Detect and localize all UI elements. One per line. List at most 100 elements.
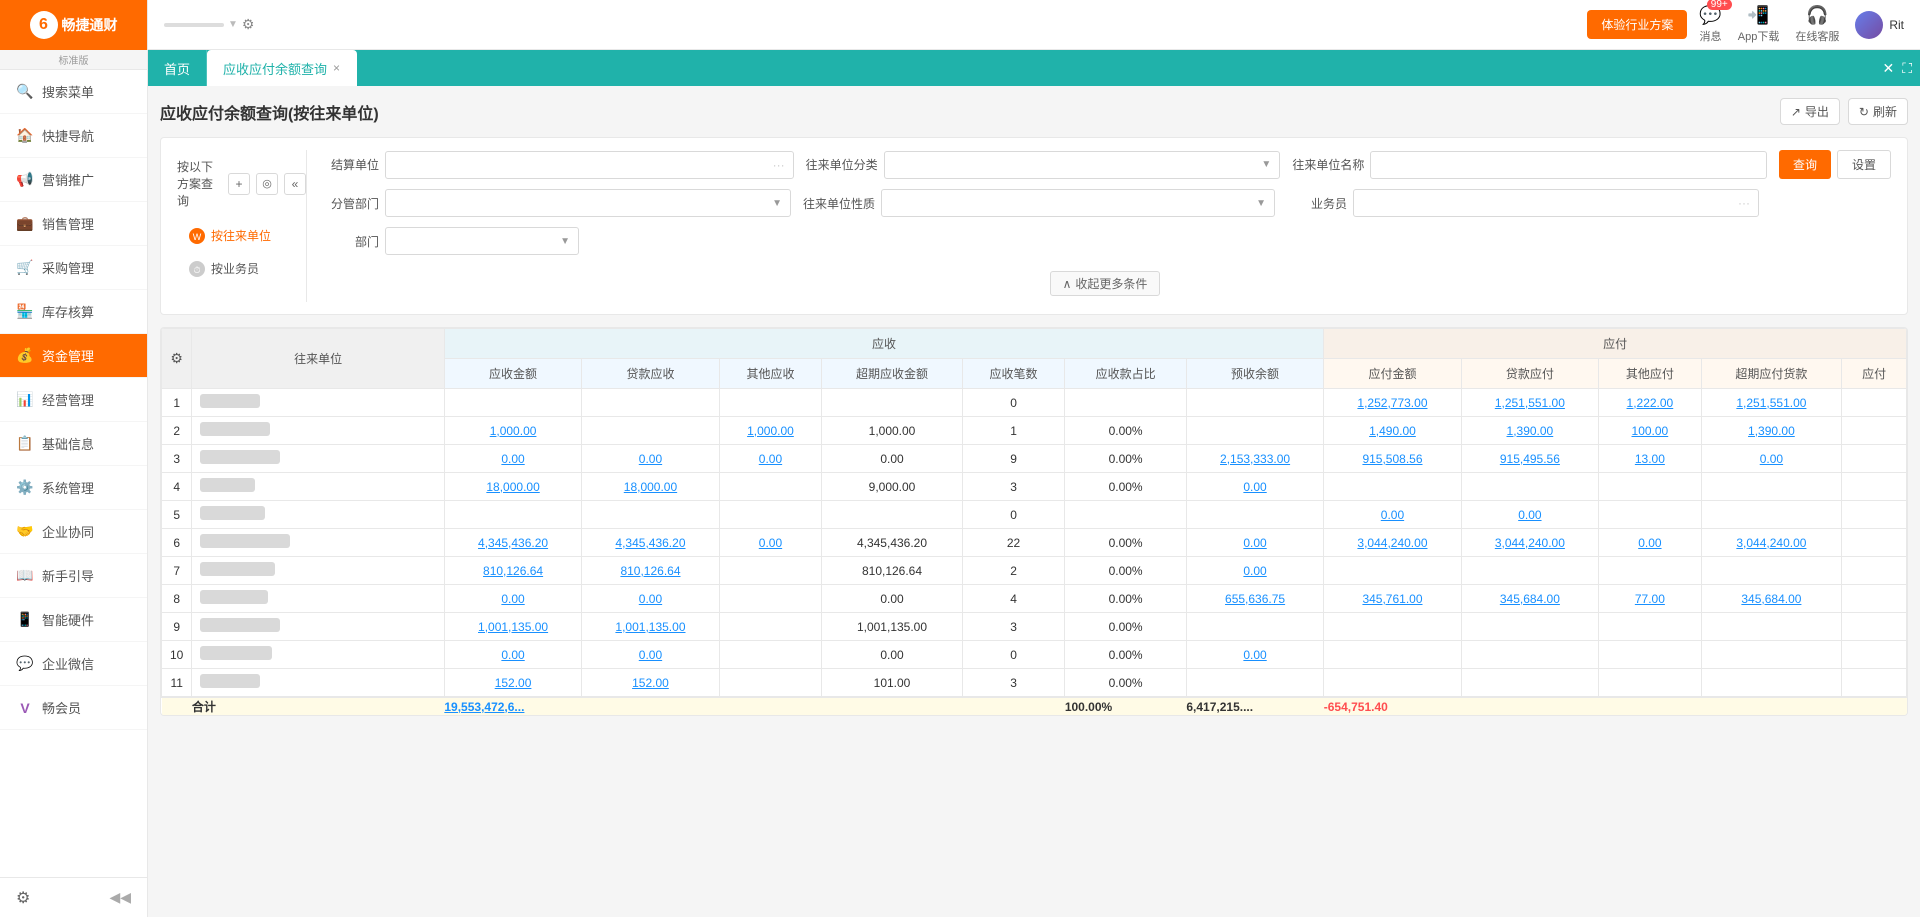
- filter-header: 按以下方案查询 + ◎ «: [177, 158, 306, 209]
- user-menu[interactable]: Rit: [1855, 11, 1904, 39]
- th-settings[interactable]: ⚙: [162, 329, 192, 389]
- table-cell[interactable]: 0.00: [1186, 557, 1323, 585]
- table-cell[interactable]: 0.00: [1701, 445, 1841, 473]
- table-cell[interactable]: 915,508.56: [1324, 445, 1461, 473]
- table-cell[interactable]: 13.00: [1599, 445, 1702, 473]
- table-cell[interactable]: 0.00: [444, 641, 581, 669]
- sidebar-item-hardware[interactable]: 📱 智能硬件: [0, 598, 147, 642]
- sidebar-item-collab[interactable]: 🤝 企业协同: [0, 510, 147, 554]
- table-cell[interactable]: 1,251,551.00: [1461, 389, 1598, 417]
- message-btn[interactable]: 💬 99+ 消息: [1699, 5, 1721, 44]
- table-cell[interactable]: 3,044,240.00: [1324, 529, 1461, 557]
- table-cell[interactable]: 655,636.75: [1186, 585, 1323, 613]
- online-service-btn[interactable]: 🎧 在线客服: [1795, 5, 1839, 44]
- sidebar-item-purchase[interactable]: 🛒 采购管理: [0, 246, 147, 290]
- table-cell[interactable]: 4,345,436.20: [582, 529, 719, 557]
- collapse-footer-btn[interactable]: ◀◀: [109, 889, 131, 906]
- unit-nature-select[interactable]: ▼: [881, 189, 1275, 217]
- table-cell[interactable]: 152.00: [582, 669, 719, 698]
- settlement-unit-input[interactable]: ···: [385, 151, 794, 179]
- table-cell[interactable]: 0.00: [1324, 501, 1461, 529]
- settings-footer-icon[interactable]: ⚙: [16, 888, 30, 908]
- gear-topbar-icon[interactable]: ⚙: [242, 16, 255, 33]
- tab-close-icon[interactable]: ×: [333, 61, 340, 75]
- table-cell[interactable]: 2,153,333.00: [1186, 445, 1323, 473]
- table-cell[interactable]: 1,252,773.00: [1324, 389, 1461, 417]
- table-cell[interactable]: 1,000.00: [444, 417, 581, 445]
- table-cell[interactable]: 0.00: [582, 585, 719, 613]
- dept-select[interactable]: ▼: [385, 227, 579, 255]
- add-scheme-btn[interactable]: +: [228, 173, 250, 195]
- scheme-item-by-unit[interactable]: W 按往来单位: [177, 219, 306, 252]
- unit-category-select[interactable]: ▼: [884, 151, 1281, 179]
- table-cell[interactable]: 152.00: [444, 669, 581, 698]
- settings-button[interactable]: 设置: [1837, 150, 1891, 179]
- table-cell[interactable]: 1,390.00: [1701, 417, 1841, 445]
- collapse-button[interactable]: ∧ 收起更多条件: [1050, 271, 1161, 296]
- table-cell[interactable]: 1,222.00: [1599, 389, 1702, 417]
- table-cell[interactable]: 0.00: [1186, 641, 1323, 669]
- table-cell[interactable]: 345,684.00: [1701, 585, 1841, 613]
- refresh-button[interactable]: ↻ 刷新: [1848, 98, 1908, 125]
- table-cell[interactable]: 0.00: [1461, 501, 1598, 529]
- sidebar-item-inventory[interactable]: 🏪 库存核算: [0, 290, 147, 334]
- sidebar-item-marketing[interactable]: 📢 营销推广: [0, 158, 147, 202]
- table-cell[interactable]: 0.00: [1186, 473, 1323, 501]
- dept-manager-select[interactable]: ▼: [385, 189, 791, 217]
- table-cell[interactable]: 915,495.56: [1461, 445, 1598, 473]
- table-cell[interactable]: 1,001,135.00: [582, 613, 719, 641]
- table-cell[interactable]: 810,126.64: [444, 557, 581, 585]
- table-cell[interactable]: 1,000.00: [719, 417, 822, 445]
- table-cell[interactable]: 0.00: [582, 641, 719, 669]
- table-cell[interactable]: 0.00: [444, 585, 581, 613]
- table-cell[interactable]: 0.00: [719, 445, 822, 473]
- sidebar-item-quick-nav[interactable]: 🏠 快捷导航: [0, 114, 147, 158]
- sidebar-item-label: 智能硬件: [42, 610, 94, 629]
- table-cell[interactable]: 18,000.00: [582, 473, 719, 501]
- table-cell[interactable]: 1,490.00: [1324, 417, 1461, 445]
- query-button[interactable]: 查询: [1779, 150, 1831, 179]
- sidebar-item-basic-info[interactable]: 📋 基础信息: [0, 422, 147, 466]
- sidebar-item-guide[interactable]: 📖 新手引导: [0, 554, 147, 598]
- table-cell[interactable]: 77.00: [1599, 585, 1702, 613]
- sidebar-item-sales[interactable]: 💼 销售管理: [0, 202, 147, 246]
- table-cell[interactable]: 1,001,135.00: [444, 613, 581, 641]
- sidebar-item-search[interactable]: 🔍 搜索菜单: [0, 70, 147, 114]
- table-cell[interactable]: 345,761.00: [1324, 585, 1461, 613]
- promo-button[interactable]: 体验行业方案: [1587, 10, 1687, 39]
- table-cell[interactable]: 3,044,240.00: [1701, 529, 1841, 557]
- app-download-btn[interactable]: 📲 App下载: [1738, 5, 1780, 44]
- unit-name-input[interactable]: [1370, 151, 1767, 179]
- footer-ap-empty1: [1461, 697, 1598, 715]
- table-cell[interactable]: 3,044,240.00: [1461, 529, 1598, 557]
- svg-text:⏱: ⏱: [193, 265, 200, 275]
- sidebar-item-member[interactable]: V 畅会员: [0, 686, 147, 730]
- table-cell[interactable]: 100.00: [1599, 417, 1702, 445]
- table-cell[interactable]: 810,126.64: [582, 557, 719, 585]
- table-cell[interactable]: 1,390.00: [1461, 417, 1598, 445]
- table-cell[interactable]: 0.00: [582, 445, 719, 473]
- sidebar-item-funds[interactable]: 💰 资金管理: [0, 334, 147, 378]
- table-settings-icon[interactable]: ⚙: [170, 350, 183, 366]
- export-button[interactable]: ↗ 导出: [1780, 98, 1840, 125]
- sidebar-item-system[interactable]: ⚙️ 系统管理: [0, 466, 147, 510]
- tab-home[interactable]: 首页: [148, 50, 207, 86]
- edit-scheme-btn[interactable]: ◎: [256, 173, 278, 195]
- table-cell[interactable]: 0.00: [1186, 529, 1323, 557]
- tab-expand-icon[interactable]: ⛶: [1902, 60, 1912, 77]
- tab-ar-ap-query[interactable]: 应收应付余额查询 ×: [207, 50, 357, 86]
- scheme-item-by-salesperson[interactable]: ⏱ 按业务员: [177, 252, 306, 285]
- tab-close-window-icon[interactable]: ✕: [1882, 60, 1894, 77]
- table-cell[interactable]: 0.00: [719, 529, 822, 557]
- salesperson-input[interactable]: ···: [1353, 189, 1759, 217]
- table-cell[interactable]: 345,684.00: [1461, 585, 1598, 613]
- th-payable-group: 应付: [1324, 329, 1907, 359]
- table-cell[interactable]: 4,345,436.20: [444, 529, 581, 557]
- table-cell[interactable]: 1,251,551.00: [1701, 389, 1841, 417]
- table-cell[interactable]: 18,000.00: [444, 473, 581, 501]
- table-cell[interactable]: 0.00: [1599, 529, 1702, 557]
- back-scheme-btn[interactable]: «: [284, 173, 306, 195]
- table-cell[interactable]: 0.00: [444, 445, 581, 473]
- sidebar-item-operations[interactable]: 📊 经营管理: [0, 378, 147, 422]
- sidebar-item-wechat[interactable]: 💬 企业微信: [0, 642, 147, 686]
